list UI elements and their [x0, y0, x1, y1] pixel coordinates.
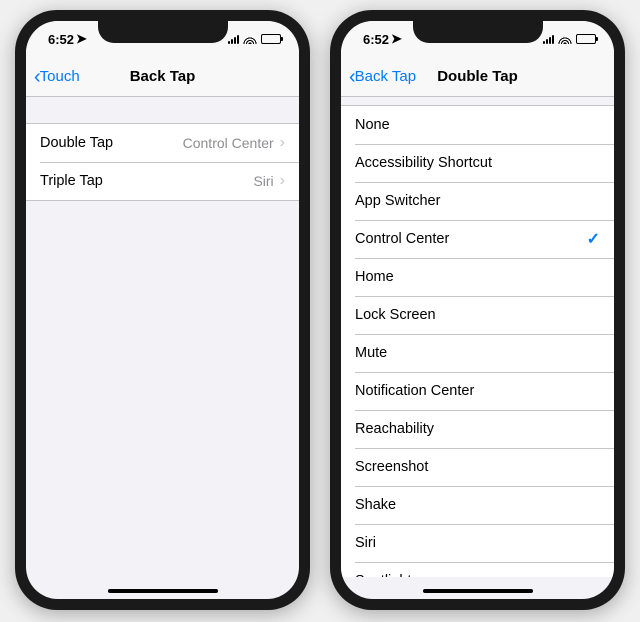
battery-icon: [576, 34, 596, 44]
option-label: Reachability: [355, 421, 600, 437]
home-indicator[interactable]: [108, 589, 218, 593]
cellular-icon: [543, 34, 554, 44]
option-label: Notification Center: [355, 383, 600, 399]
option-row[interactable]: Spotlight: [341, 562, 614, 577]
nav-bar: ‹ Touch Back Tap: [26, 57, 299, 97]
row-double-tap[interactable]: Double Tap Control Center ›: [26, 124, 299, 162]
option-label: Control Center: [355, 231, 587, 247]
checkmark-icon: ✓: [587, 229, 600, 249]
option-label: App Switcher: [355, 193, 600, 209]
option-label: Shake: [355, 497, 600, 513]
option-label: Accessibility Shortcut: [355, 155, 600, 171]
option-label: None: [355, 117, 600, 133]
status-time: 6:52: [48, 32, 74, 47]
screen-left: 6:52 ➤ ‹ Touch Back Tap Double Tap Contr…: [26, 21, 299, 599]
option-label: Screenshot: [355, 459, 600, 475]
location-icon: ➤: [391, 31, 402, 47]
row-value: Siri: [253, 173, 273, 189]
option-label: Spotlight: [355, 573, 600, 577]
phone-left: 6:52 ➤ ‹ Touch Back Tap Double Tap Contr…: [15, 10, 310, 610]
option-row[interactable]: App Switcher: [341, 182, 614, 220]
option-label: Lock Screen: [355, 307, 600, 323]
option-row[interactable]: Home: [341, 258, 614, 296]
options-list: None Accessibility Shortcut App Switcher Co…: [341, 105, 614, 577]
screen-right: 6:52 ➤ ‹ Back Tap Double Tap None Accessi…: [341, 21, 614, 599]
chevron-right-icon: ›: [280, 134, 285, 152]
option-row[interactable]: Lock Screen: [341, 296, 614, 334]
phone-right: 6:52 ➤ ‹ Back Tap Double Tap None Accessi…: [330, 10, 625, 610]
back-button[interactable]: ‹ Touch: [34, 67, 80, 87]
location-icon: ➤: [76, 31, 87, 47]
battery-icon: [261, 34, 281, 44]
notch: [413, 21, 543, 43]
nav-title: Double Tap: [437, 68, 518, 85]
option-row[interactable]: Notification Center: [341, 372, 614, 410]
back-label: Back Tap: [355, 68, 416, 85]
option-row[interactable]: Reachability: [341, 410, 614, 448]
option-row[interactable]: None: [341, 106, 614, 144]
home-indicator[interactable]: [423, 589, 533, 593]
settings-list: Double Tap Control Center › Triple Tap S…: [26, 123, 299, 201]
back-button[interactable]: ‹ Back Tap: [349, 67, 416, 87]
option-row[interactable]: Accessibility Shortcut: [341, 144, 614, 182]
option-row[interactable]: Shake: [341, 486, 614, 524]
option-label: Home: [355, 269, 600, 285]
row-label: Triple Tap: [40, 173, 253, 189]
row-value: Control Center: [183, 135, 274, 151]
wifi-icon: [243, 34, 257, 44]
row-label: Double Tap: [40, 135, 183, 151]
nav-bar: ‹ Back Tap Double Tap: [341, 57, 614, 97]
content-right[interactable]: None Accessibility Shortcut App Switcher Co…: [341, 97, 614, 577]
option-row[interactable]: Control Center✓: [341, 220, 614, 258]
cellular-icon: [228, 34, 239, 44]
option-row[interactable]: Siri: [341, 524, 614, 562]
option-row[interactable]: Mute: [341, 334, 614, 372]
option-label: Mute: [355, 345, 600, 361]
nav-title: Back Tap: [130, 68, 196, 85]
chevron-right-icon: ›: [280, 172, 285, 190]
row-triple-tap[interactable]: Triple Tap Siri ›: [26, 162, 299, 200]
back-label: Touch: [40, 68, 80, 85]
option-row[interactable]: Screenshot: [341, 448, 614, 486]
status-time: 6:52: [363, 32, 389, 47]
option-label: Siri: [355, 535, 600, 551]
content-left[interactable]: Double Tap Control Center › Triple Tap S…: [26, 97, 299, 577]
notch: [98, 21, 228, 43]
wifi-icon: [558, 34, 572, 44]
